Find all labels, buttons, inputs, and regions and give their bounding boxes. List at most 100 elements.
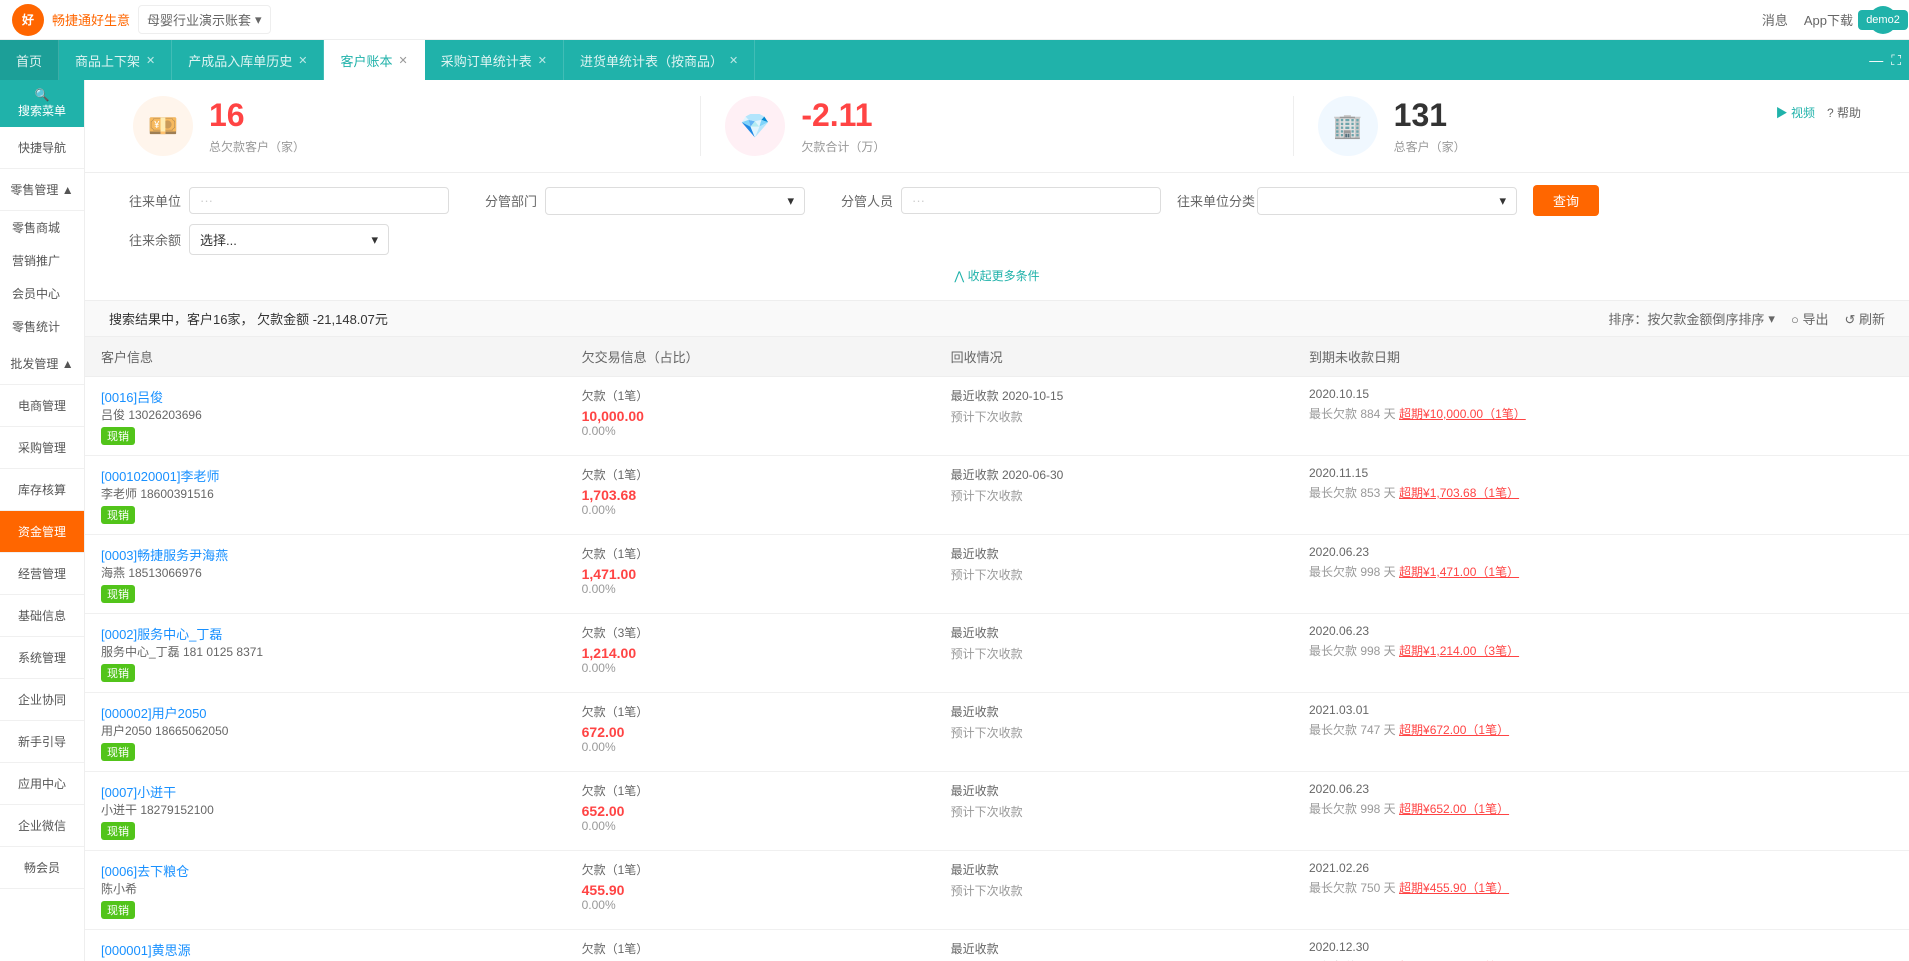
- company-name: 母婴行业演示账套: [147, 10, 251, 29]
- customer-name-link[interactable]: [0003]畅捷服务尹海燕: [101, 545, 550, 564]
- sidebar-item-ecommerce[interactable]: 电商管理: [0, 385, 84, 427]
- customer-name-link[interactable]: [0016]吕俊: [101, 387, 550, 406]
- overdue-days: 最长欠款 998 天 超期¥1,214.00（3笔）: [1309, 642, 1893, 659]
- sidebar-item-purchase-mgmt[interactable]: 采购管理: [0, 427, 84, 469]
- debt-amount-link[interactable]: 1,471.00: [582, 566, 919, 582]
- td-customer-info: [000002]用户2050 用户2050 18665062050 现销: [85, 693, 566, 772]
- tab-production[interactable]: 产成品入库单历史 ✕: [172, 40, 324, 80]
- refresh-label: 刷新: [1859, 312, 1885, 327]
- sidebar-item-label: 基础信息: [4, 607, 80, 624]
- overdue-days: 最长欠款 747 天 超期¥672.00（1笔）: [1309, 721, 1893, 738]
- table-container: 客户信息 欠交易信息（占比） 回收情况 到期未收款日期 [0016]吕俊 吕俊 …: [85, 337, 1909, 961]
- customer-phone: 用户2050 18665062050: [101, 722, 550, 739]
- sidebar-item-retail-store[interactable]: 零售商城: [0, 211, 84, 244]
- filter-select-dept[interactable]: ▾: [545, 187, 805, 215]
- overdue-link[interactable]: 超期¥1,214.00（3笔）: [1399, 644, 1519, 658]
- filter-input-unit[interactable]: ···: [189, 187, 449, 214]
- tab-home[interactable]: 首页: [0, 40, 59, 80]
- sidebar-search[interactable]: 🔍 搜索菜单: [0, 80, 84, 127]
- video-link[interactable]: ▶ 视频: [1776, 104, 1815, 121]
- td-overdue-date: 2020.12.30 最长欠款 808 天 超期¥429.00（1笔）: [1293, 930, 1909, 961]
- app-download-link[interactable]: App下载: [1804, 10, 1853, 29]
- customer-name-link[interactable]: [0002]服务中心_丁磊: [101, 624, 550, 643]
- sidebar-item-ops-mgmt[interactable]: 经营管理: [0, 553, 84, 595]
- overdue-link[interactable]: 超期¥455.90（1笔）: [1399, 881, 1509, 895]
- close-icon[interactable]: ✕: [146, 54, 155, 67]
- filter-input-person[interactable]: ···: [901, 187, 1161, 214]
- message-link[interactable]: 消息: [1762, 10, 1788, 29]
- th-debt-info: 欠交易信息（占比）: [566, 337, 935, 377]
- debt-amount-link[interactable]: 672.00: [582, 724, 919, 740]
- tab-purchase[interactable]: 采购订单统计表 ✕: [425, 40, 564, 80]
- sidebar-item-finance[interactable]: 资金管理: [0, 511, 84, 553]
- sidebar-item-batch-mgmt[interactable]: 批发管理 ▲: [0, 343, 84, 385]
- stat-card-total-debt: 💎 -2.11 欠款合计（万）: [701, 96, 1293, 156]
- sidebar-item-quick-nav[interactable]: 快捷导航: [0, 127, 84, 169]
- sidebar-item-label: 新手引导: [4, 733, 80, 750]
- sidebar-item-retail-mgmt[interactable]: 零售管理 ▲: [0, 169, 84, 211]
- sidebar-item-inventory-check[interactable]: 库存核算: [0, 469, 84, 511]
- sidebar-item-wechat[interactable]: 企业微信: [0, 805, 84, 847]
- refresh-icon: ↺: [1844, 312, 1855, 327]
- help-link[interactable]: ? 帮助: [1827, 104, 1861, 121]
- overdue-link[interactable]: 超期¥672.00（1笔）: [1399, 723, 1509, 737]
- sidebar-item-enterprise[interactable]: 企业协同: [0, 679, 84, 721]
- avatar[interactable]: demo2: [1869, 6, 1897, 34]
- debt-amount-link[interactable]: 1,214.00: [582, 645, 919, 661]
- sidebar-item-label: 企业协同: [4, 691, 80, 708]
- search-icon: 🔍: [8, 88, 76, 102]
- tab-inventory[interactable]: 进货单统计表（按商品） ✕: [564, 40, 755, 80]
- customer-name-link[interactable]: [000002]用户2050: [101, 703, 550, 722]
- debt-amount-link[interactable]: 652.00: [582, 803, 919, 819]
- sidebar-item-system[interactable]: 系统管理: [0, 637, 84, 679]
- company-selector[interactable]: 母婴行业演示账套 ▾: [138, 5, 271, 34]
- sidebar-item-newbie[interactable]: 新手引导: [0, 721, 84, 763]
- customer-name-link[interactable]: [0006]去下粮仓: [101, 861, 550, 880]
- sidebar-item-member[interactable]: 会员中心: [0, 277, 84, 310]
- sort-selector[interactable]: 排序：按欠款金额倒序排序 ▾: [1608, 309, 1775, 328]
- filter-label-dept: 分管部门: [465, 191, 537, 210]
- sidebar-item-label: 批发管理 ▲: [4, 355, 80, 372]
- overdue-link[interactable]: 超期¥1,703.68（1笔）: [1399, 486, 1519, 500]
- customer-name-link[interactable]: [0007]小迸干: [101, 782, 550, 801]
- sidebar-item-basic-info[interactable]: 基础信息: [0, 595, 84, 637]
- sidebar-item-label: 快捷导航: [4, 139, 80, 156]
- window-minimize-icon[interactable]: —: [1869, 52, 1883, 68]
- overdue-link[interactable]: 超期¥1,471.00（1笔）: [1399, 565, 1519, 579]
- close-icon[interactable]: ✕: [399, 54, 408, 67]
- close-icon[interactable]: ✕: [538, 54, 547, 67]
- sidebar-item-apps[interactable]: 应用中心: [0, 763, 84, 805]
- collapse-filters-button[interactable]: ⋀ 收起更多条件: [109, 263, 1885, 288]
- debt-amount-link[interactable]: 10,000.00: [582, 408, 919, 424]
- sidebar-item-vip[interactable]: 畅会员: [0, 847, 84, 889]
- td-recovery: 最近收款 2020-10-15 预计下次收款: [935, 377, 1293, 456]
- search-button[interactable]: 查询: [1533, 185, 1599, 216]
- debt-percent: 0.00%: [582, 819, 919, 833]
- tab-inventory-label: 进货单统计表（按商品）: [580, 51, 723, 70]
- close-icon[interactable]: ✕: [729, 54, 738, 67]
- sidebar-item-marketing[interactable]: 营销推广: [0, 244, 84, 277]
- overdue-date: 2020.06.23: [1309, 782, 1893, 796]
- tab-goods[interactable]: 商品上下架 ✕: [59, 40, 172, 80]
- customer-name-link[interactable]: [000001]黄思源: [101, 940, 550, 959]
- filter-label-category: 往来单位分类: [1177, 191, 1249, 210]
- table-row: [0002]服务中心_丁磊 服务中心_丁磊 181 0125 8371 现销 欠…: [85, 614, 1909, 693]
- tab-customer[interactable]: 客户账本 ✕: [324, 40, 424, 80]
- filter-select-category[interactable]: ▾: [1257, 187, 1517, 215]
- export-button[interactable]: ○ 导出: [1791, 309, 1829, 328]
- debt-amount-link[interactable]: 1,703.68: [582, 487, 919, 503]
- refresh-button[interactable]: ↺ 刷新: [1844, 309, 1885, 328]
- td-debt-info: 欠款（1笔） 1,471.00 0.00%: [566, 535, 935, 614]
- overdue-link[interactable]: 超期¥652.00（1笔）: [1399, 802, 1509, 816]
- sidebar-item-retail-stats[interactable]: 零售统计: [0, 310, 84, 343]
- customer-name-link[interactable]: [0001020001]李老师: [101, 466, 550, 485]
- window-maximize-icon[interactable]: ⛶: [1891, 52, 1901, 69]
- debt-amount-link[interactable]: 455.90: [582, 882, 919, 898]
- filter-select-balance[interactable]: 选择... ▾: [189, 224, 389, 255]
- debt-count: 欠款（1笔）: [582, 940, 919, 957]
- filter-select-balance-value: 选择...: [200, 230, 237, 249]
- close-icon[interactable]: ✕: [298, 54, 307, 67]
- stat-value-total-customers: 131: [1394, 97, 1466, 134]
- overdue-link[interactable]: 超期¥10,000.00（1笔）: [1399, 407, 1526, 421]
- tab-production-label: 产成品入库单历史: [188, 51, 292, 70]
